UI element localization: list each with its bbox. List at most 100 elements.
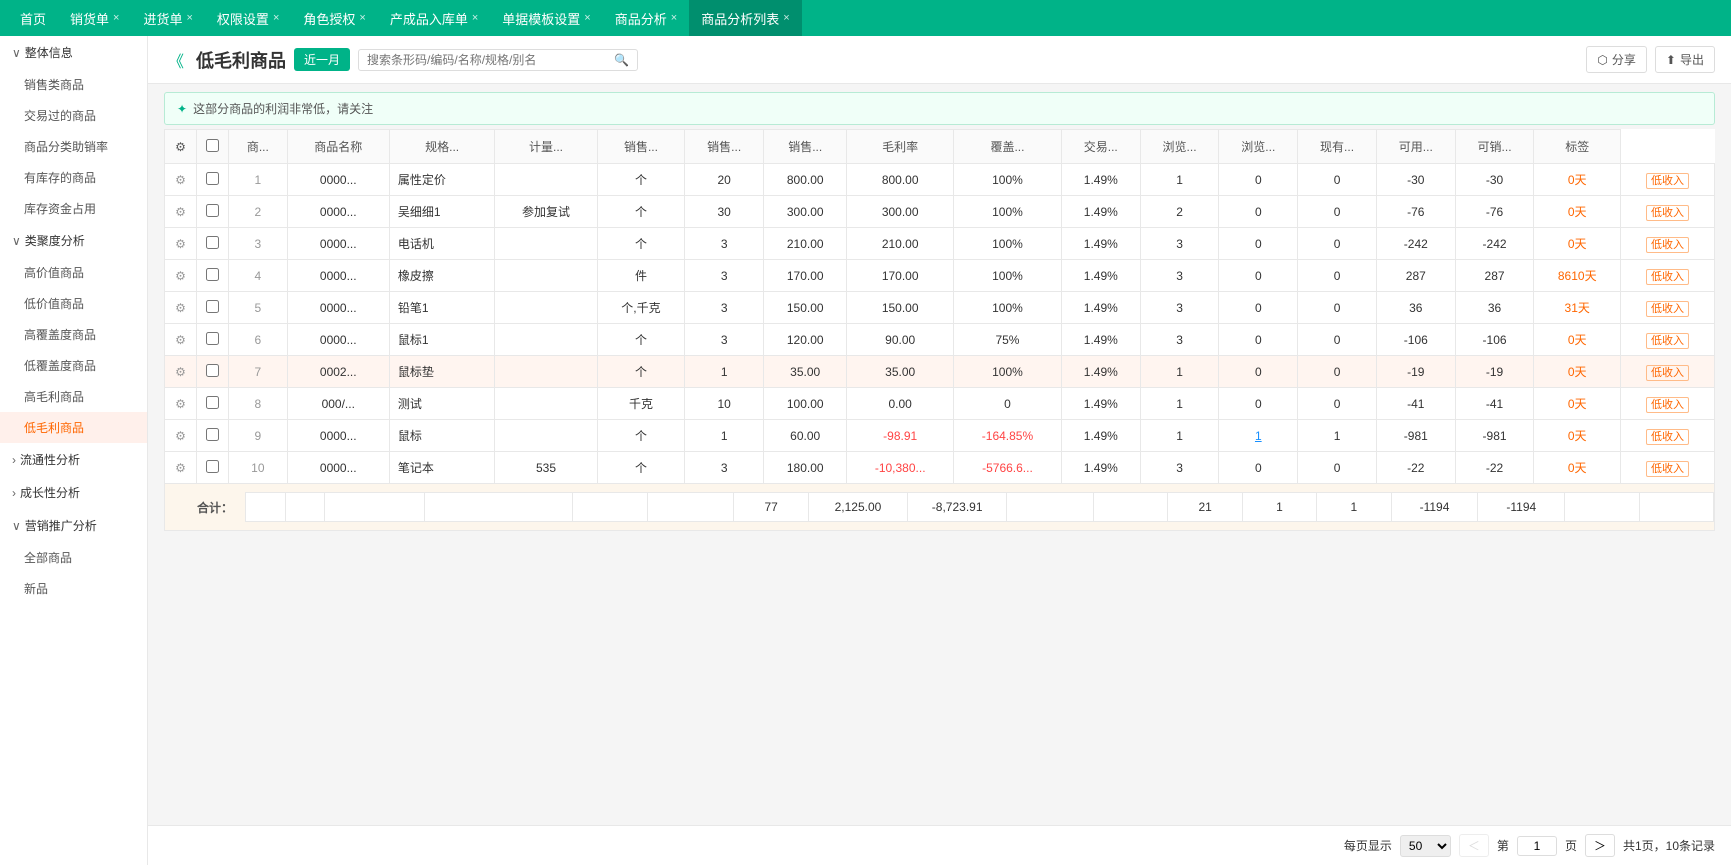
select-all-checkbox[interactable] <box>206 139 219 152</box>
nav-item-goods-analysis-list[interactable]: 商品分析列表 × <box>689 0 801 36</box>
tag-cell: 低收入 <box>1621 324 1715 356</box>
close-icon[interactable]: × <box>186 12 192 24</box>
nav-item-sales[interactable]: 销货单 × <box>58 0 131 36</box>
sidebar-item-low-margin[interactable]: 低毛利商品 <box>0 412 147 443</box>
per-page-select[interactable]: 50 100 <box>1400 835 1451 857</box>
unit-cell: 个,千克 <box>597 292 685 324</box>
checkbox-cell[interactable] <box>197 260 229 292</box>
close-icon[interactable]: × <box>783 12 789 24</box>
close-icon[interactable]: × <box>273 12 279 24</box>
gross-rate-cell: 100% <box>954 292 1062 324</box>
code-cell: 0000... <box>287 260 389 292</box>
spec-cell <box>495 420 597 452</box>
col-settings[interactable]: ⚙ <box>165 130 197 164</box>
page-label: 第 <box>1497 837 1509 854</box>
nav-item-templates[interactable]: 单据模板设置 × <box>490 0 602 36</box>
settings-cell: ⚙ <box>165 260 197 292</box>
unit-cell: 件 <box>597 260 685 292</box>
nav-item-purchase[interactable]: 进货单 × <box>131 0 204 36</box>
nav-item-permissions[interactable]: 权限设置 × <box>205 0 291 36</box>
sidebar-item-high-value[interactable]: 高价值商品 <box>0 257 147 288</box>
sidebar-group-growth[interactable]: › 成长性分析 <box>0 476 147 509</box>
name-cell: 测试 <box>389 388 495 420</box>
row-checkbox[interactable] <box>206 236 219 249</box>
footer-sale-amount: -8,723.91 <box>908 493 1007 522</box>
sidebar-item-category-rate[interactable]: 商品分类助销率 <box>0 131 147 162</box>
name-cell: 电话机 <box>389 228 495 260</box>
nav-item-products[interactable]: 产成品入库单 × <box>378 0 490 36</box>
close-icon[interactable]: × <box>359 12 365 24</box>
sidebar-group-overall[interactable]: ∨ 整体信息 <box>0 36 147 69</box>
settings-cell: ⚙ <box>165 196 197 228</box>
sidebar-group-circulation[interactable]: › 流通性分析 <box>0 443 147 476</box>
browse2-cell: 0 <box>1298 324 1377 356</box>
sidebar-item-high-coverage[interactable]: 高覆盖度商品 <box>0 319 147 350</box>
sidebar-item-new-goods[interactable]: 新品 <box>0 573 147 604</box>
row-checkbox[interactable] <box>206 204 219 217</box>
close-icon[interactable]: × <box>671 12 677 24</box>
row-checkbox[interactable] <box>206 428 219 441</box>
next-page-button[interactable]: ＞ <box>1585 834 1615 857</box>
sidebar-item-stock-value[interactable]: 库存资金占用 <box>0 193 147 224</box>
close-icon[interactable]: × <box>472 12 478 24</box>
close-icon[interactable]: × <box>584 12 590 24</box>
sidebar-collapse-button[interactable]: 《 <box>164 48 188 72</box>
table-container[interactable]: ⚙ 商... 商品名称 规格... 计量... 销售... 销售... 销售..… <box>164 129 1715 825</box>
share-button[interactable]: ⬡ 分享 <box>1586 46 1647 73</box>
sidebar-item-low-value[interactable]: 低价值商品 <box>0 288 147 319</box>
name-cell: 铅笔1 <box>389 292 495 324</box>
sellable-days-cell: 0天 <box>1534 356 1621 388</box>
row-checkbox[interactable] <box>206 172 219 185</box>
chevron-icon: ∨ <box>12 46 21 60</box>
nav-item-home[interactable]: 首页 <box>8 0 58 36</box>
sidebar-item-high-margin[interactable]: 高毛利商品 <box>0 381 147 412</box>
sidebar-item-in-stock[interactable]: 有库存的商品 <box>0 162 147 193</box>
date-filter-button[interactable]: 近一月 <box>294 48 350 71</box>
spec-cell: 535 <box>495 452 597 484</box>
page-number-input[interactable] <box>1517 836 1557 856</box>
col-sale-qty-header: 销售... <box>597 130 685 164</box>
nav-item-goods-analysis[interactable]: 商品分析 × <box>603 0 689 36</box>
footer-sale-qty: 77 <box>734 493 808 522</box>
sidebar-item-all-goods[interactable]: 全部商品 <box>0 542 147 573</box>
col-checkbox-header[interactable] <box>197 130 229 164</box>
row-checkbox[interactable] <box>206 300 219 313</box>
row-checkbox[interactable] <box>206 364 219 377</box>
checkbox-cell[interactable] <box>197 228 229 260</box>
nav-item-roles[interactable]: 角色授权 × <box>291 0 377 36</box>
checkbox-cell[interactable] <box>197 356 229 388</box>
sidebar-item-sales-goods[interactable]: 销售类商品 <box>0 69 147 100</box>
checkbox-cell[interactable] <box>197 388 229 420</box>
settings-cell: ⚙ <box>165 228 197 260</box>
browse2-cell: 0 <box>1298 388 1377 420</box>
cover-rate-cell: 1.49% <box>1061 228 1140 260</box>
row-checkbox[interactable] <box>206 396 219 409</box>
sale-price-cell: 60.00 <box>764 420 847 452</box>
sidebar-group-cluster[interactable]: ∨ 类聚度分析 <box>0 224 147 257</box>
export-button[interactable]: ⬆ 导出 <box>1655 46 1715 73</box>
gross-rate-cell: -5766.6... <box>954 452 1062 484</box>
checkbox-cell[interactable] <box>197 420 229 452</box>
checkbox-cell[interactable] <box>197 324 229 356</box>
search-input[interactable] <box>367 53 614 67</box>
sale-amount-cell: 210.00 <box>847 228 954 260</box>
row-checkbox[interactable] <box>206 460 219 473</box>
browse1-cell[interactable]: 1 <box>1219 420 1298 452</box>
close-icon[interactable]: × <box>113 12 119 24</box>
available-stock-cell: -242 <box>1455 228 1534 260</box>
checkbox-cell[interactable] <box>197 292 229 324</box>
total-records-text: 共1页，10条记录 <box>1623 837 1715 854</box>
sale-qty-cell: 1 <box>685 420 764 452</box>
prev-page-button[interactable]: ＜ <box>1459 834 1489 857</box>
row-checkbox[interactable] <box>206 268 219 281</box>
cover-rate-cell: 1.49% <box>1061 260 1140 292</box>
cover-rate-cell: 1.49% <box>1061 324 1140 356</box>
checkbox-cell[interactable] <box>197 452 229 484</box>
sidebar-item-low-coverage[interactable]: 低覆盖度商品 <box>0 350 147 381</box>
available-stock-cell: -981 <box>1455 420 1534 452</box>
sidebar-item-traded-goods[interactable]: 交易过的商品 <box>0 100 147 131</box>
row-checkbox[interactable] <box>206 332 219 345</box>
checkbox-cell[interactable] <box>197 196 229 228</box>
sidebar-group-marketing[interactable]: ∨ 营销推广分析 <box>0 509 147 542</box>
checkbox-cell[interactable] <box>197 164 229 196</box>
